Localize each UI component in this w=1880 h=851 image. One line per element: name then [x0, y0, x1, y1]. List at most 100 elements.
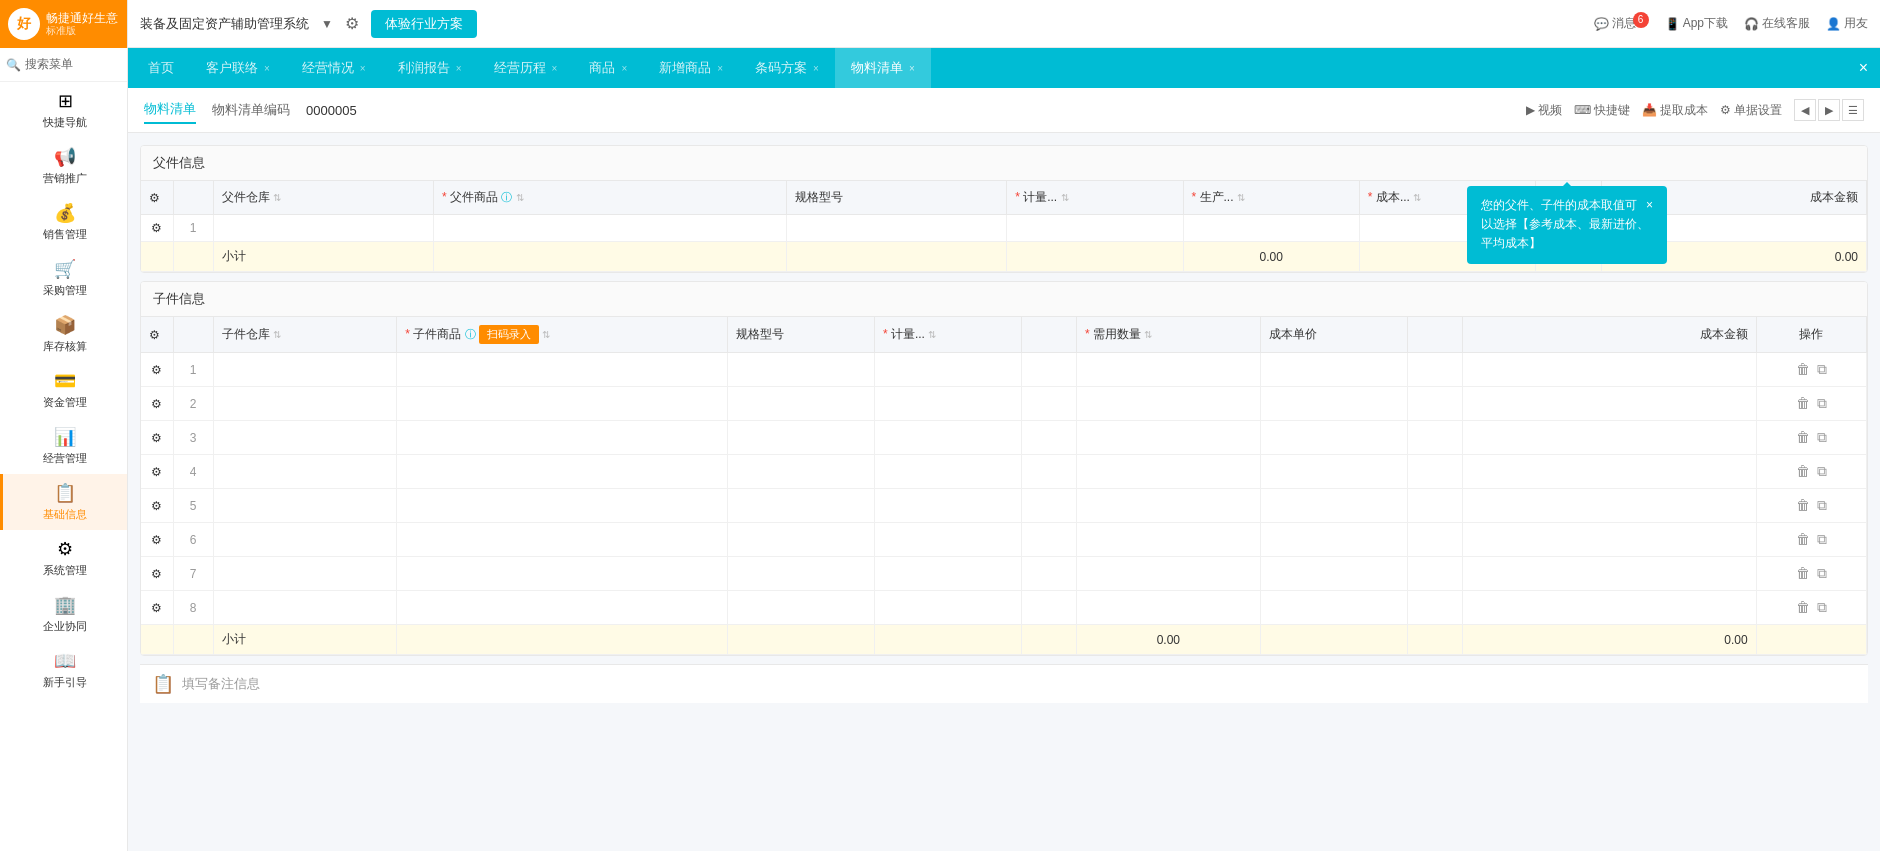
- search-menu[interactable]: 🔍 搜索菜单: [0, 48, 127, 82]
- child-th-unit[interactable]: * 计量... ⇅: [874, 317, 1021, 353]
- tab-profit[interactable]: 利润报告 ×: [382, 48, 478, 88]
- tab-new-goods[interactable]: 新增商品 ×: [643, 48, 739, 88]
- experience-btn[interactable]: 体验行业方案: [371, 10, 477, 38]
- menu-arrow[interactable]: ☰: [1842, 99, 1864, 121]
- delete-row7-button[interactable]: 🗑: [1794, 563, 1812, 583]
- child-th-unit-cost[interactable]: 成本单价: [1260, 317, 1407, 353]
- app-download-action[interactable]: 📱 App下载: [1665, 15, 1728, 32]
- delete-row6-button[interactable]: 🗑: [1794, 529, 1812, 549]
- parent-subtotal-label: 小计: [213, 242, 433, 272]
- prev-arrow[interactable]: ◀: [1794, 99, 1816, 121]
- single-settings-action[interactable]: ⚙ 单据设置: [1720, 102, 1782, 119]
- user-action[interactable]: 👤 用友: [1826, 15, 1868, 32]
- tab-close-goods[interactable]: ×: [621, 63, 627, 74]
- parent-th-product[interactable]: * 父件商品 ⓘ ⇅: [433, 181, 786, 215]
- child-row1-sort: [1021, 353, 1076, 387]
- bottom-text[interactable]: 填写备注信息: [182, 675, 260, 693]
- tab-barcode[interactable]: 条码方案 ×: [739, 48, 835, 88]
- delete-row2-button[interactable]: 🗑: [1794, 393, 1812, 413]
- copy-row5-button[interactable]: ⧉: [1815, 495, 1829, 516]
- delete-row5-button[interactable]: 🗑: [1794, 495, 1812, 515]
- sidebar-item-guide[interactable]: 📖 新手引导: [0, 642, 127, 698]
- tab-operations[interactable]: 经营情况 ×: [286, 48, 382, 88]
- sidebar-item-enterprise[interactable]: 🏢 企业协同: [0, 586, 127, 642]
- child-row1-spec[interactable]: [727, 353, 874, 387]
- settings-button[interactable]: ⚙: [345, 14, 359, 33]
- page-tab-list[interactable]: 物料清单: [144, 96, 196, 124]
- tab-goods[interactable]: 商品 ×: [573, 48, 643, 88]
- copy-row7-button[interactable]: ⧉: [1815, 563, 1829, 584]
- parent-unit-cell[interactable]: [1007, 215, 1183, 242]
- parent-th-unit[interactable]: * 计量... ⇅: [1007, 181, 1183, 215]
- tab-close-history[interactable]: ×: [552, 63, 558, 74]
- delete-row8-button[interactable]: 🗑: [1794, 597, 1812, 617]
- tab-bom[interactable]: 物料清单 ×: [835, 48, 931, 88]
- single-settings-icon: ⚙: [1720, 103, 1731, 117]
- child-row1-unit[interactable]: [874, 353, 1021, 387]
- tab-history[interactable]: 经营历程 ×: [478, 48, 574, 88]
- child-row1-unit-cost[interactable]: [1260, 353, 1407, 387]
- child-row1-settings[interactable]: ⚙: [141, 353, 173, 387]
- copy-row2-button[interactable]: ⧉: [1815, 393, 1829, 414]
- child-th-settings[interactable]: ⚙: [141, 317, 173, 353]
- parent-warehouse-cell[interactable]: [213, 215, 433, 242]
- child-th-spec[interactable]: 规格型号: [727, 317, 874, 353]
- tab-customers[interactable]: 客户联络 ×: [190, 48, 286, 88]
- video-action[interactable]: ▶ 视频: [1526, 102, 1562, 119]
- child-table: ⚙ 子件仓库 ⇅ * 子件商品 ⓘ 扫码录入 ⇅: [141, 317, 1867, 655]
- sidebar: 好 畅捷通好生意 标准版 🔍 搜索菜单 ⊞ 快捷导航 📢 营销推广 💰 销售管理…: [0, 0, 128, 851]
- extract-cost-action[interactable]: 📥 提取成本: [1642, 102, 1708, 119]
- parent-spec-cell[interactable]: [786, 215, 1006, 242]
- tab-home[interactable]: 首页: [132, 48, 190, 88]
- sidebar-item-sales[interactable]: 💰 销售管理: [0, 194, 127, 250]
- sidebar-item-basic[interactable]: 📋 基础信息: [0, 474, 127, 530]
- child-th-product[interactable]: * 子件商品 ⓘ 扫码录入 ⇅: [397, 317, 728, 353]
- parent-production-cell[interactable]: [1183, 215, 1359, 242]
- sidebar-item-system[interactable]: ⚙ 系统管理: [0, 530, 127, 586]
- page-tab-code[interactable]: 物料清单编码: [212, 97, 290, 123]
- sidebar-item-finance[interactable]: 💳 资金管理: [0, 362, 127, 418]
- delete-row1-button[interactable]: 🗑: [1794, 359, 1812, 379]
- tab-close-barcode[interactable]: ×: [813, 63, 819, 74]
- child-th-qty[interactable]: * 需用数量 ⇅: [1076, 317, 1260, 353]
- tab-close-customers[interactable]: ×: [264, 63, 270, 74]
- sidebar-item-purchase[interactable]: 🛒 采购管理: [0, 250, 127, 306]
- online-service-action[interactable]: 🎧 在线客服: [1744, 15, 1810, 32]
- parent-product-cell[interactable]: [433, 215, 786, 242]
- sidebar-item-quick-nav[interactable]: ⊞ 快捷导航: [0, 82, 127, 138]
- child-row1-warehouse[interactable]: [213, 353, 397, 387]
- delete-row3-button[interactable]: 🗑: [1794, 427, 1812, 447]
- parent-th-production[interactable]: * 生产... ⇅: [1183, 181, 1359, 215]
- sidebar-item-inventory[interactable]: 📦 库存核算: [0, 306, 127, 362]
- copy-row8-button[interactable]: ⧉: [1815, 597, 1829, 618]
- child-th-warehouse[interactable]: 子件仓库 ⇅: [213, 317, 397, 353]
- tab-close-bom[interactable]: ×: [909, 63, 915, 74]
- next-arrow[interactable]: ▶: [1818, 99, 1840, 121]
- parent-th-settings[interactable]: ⚙: [141, 181, 173, 215]
- parent-th-spec[interactable]: 规格型号: [786, 181, 1006, 215]
- tab-close-new-goods[interactable]: ×: [717, 63, 723, 74]
- sidebar-item-marketing[interactable]: 📢 营销推广: [0, 138, 127, 194]
- scan-button[interactable]: 扫码录入: [479, 325, 539, 344]
- extract-cost-icon: 📥: [1642, 103, 1657, 117]
- sidebar-item-operation[interactable]: 📊 经营管理: [0, 418, 127, 474]
- delete-row4-button[interactable]: 🗑: [1794, 461, 1812, 481]
- tab-close-operations[interactable]: ×: [360, 63, 366, 74]
- topbar: 装备及固定资产辅助管理系统 ▼ ⚙ 体验行业方案 💬 消息 6 📱 App下载 …: [128, 0, 1880, 48]
- parent-row-settings[interactable]: ⚙: [141, 215, 173, 242]
- copy-row3-button[interactable]: ⧉: [1815, 427, 1829, 448]
- parent-th-warehouse[interactable]: 父件仓库 ⇅: [213, 181, 433, 215]
- tab-close-profit[interactable]: ×: [456, 63, 462, 74]
- message-action[interactable]: 💬 消息 6: [1594, 15, 1649, 32]
- shortcut-action[interactable]: ⌨ 快捷键: [1574, 102, 1630, 119]
- child-row1-product[interactable]: [397, 353, 728, 387]
- child-subtotal-amount: 0.00: [1462, 625, 1756, 655]
- topbar-dropdown-icon[interactable]: ▼: [321, 17, 333, 31]
- copy-row6-button[interactable]: ⧉: [1815, 529, 1829, 550]
- copy-row4-button[interactable]: ⧉: [1815, 461, 1829, 482]
- tooltip-close[interactable]: ×: [1646, 196, 1653, 215]
- copy-row1-button[interactable]: ⧉: [1815, 359, 1829, 380]
- child-row1-cost-amount: [1462, 353, 1756, 387]
- close-all-tabs[interactable]: ×: [1851, 59, 1876, 77]
- child-row1-qty[interactable]: [1076, 353, 1260, 387]
